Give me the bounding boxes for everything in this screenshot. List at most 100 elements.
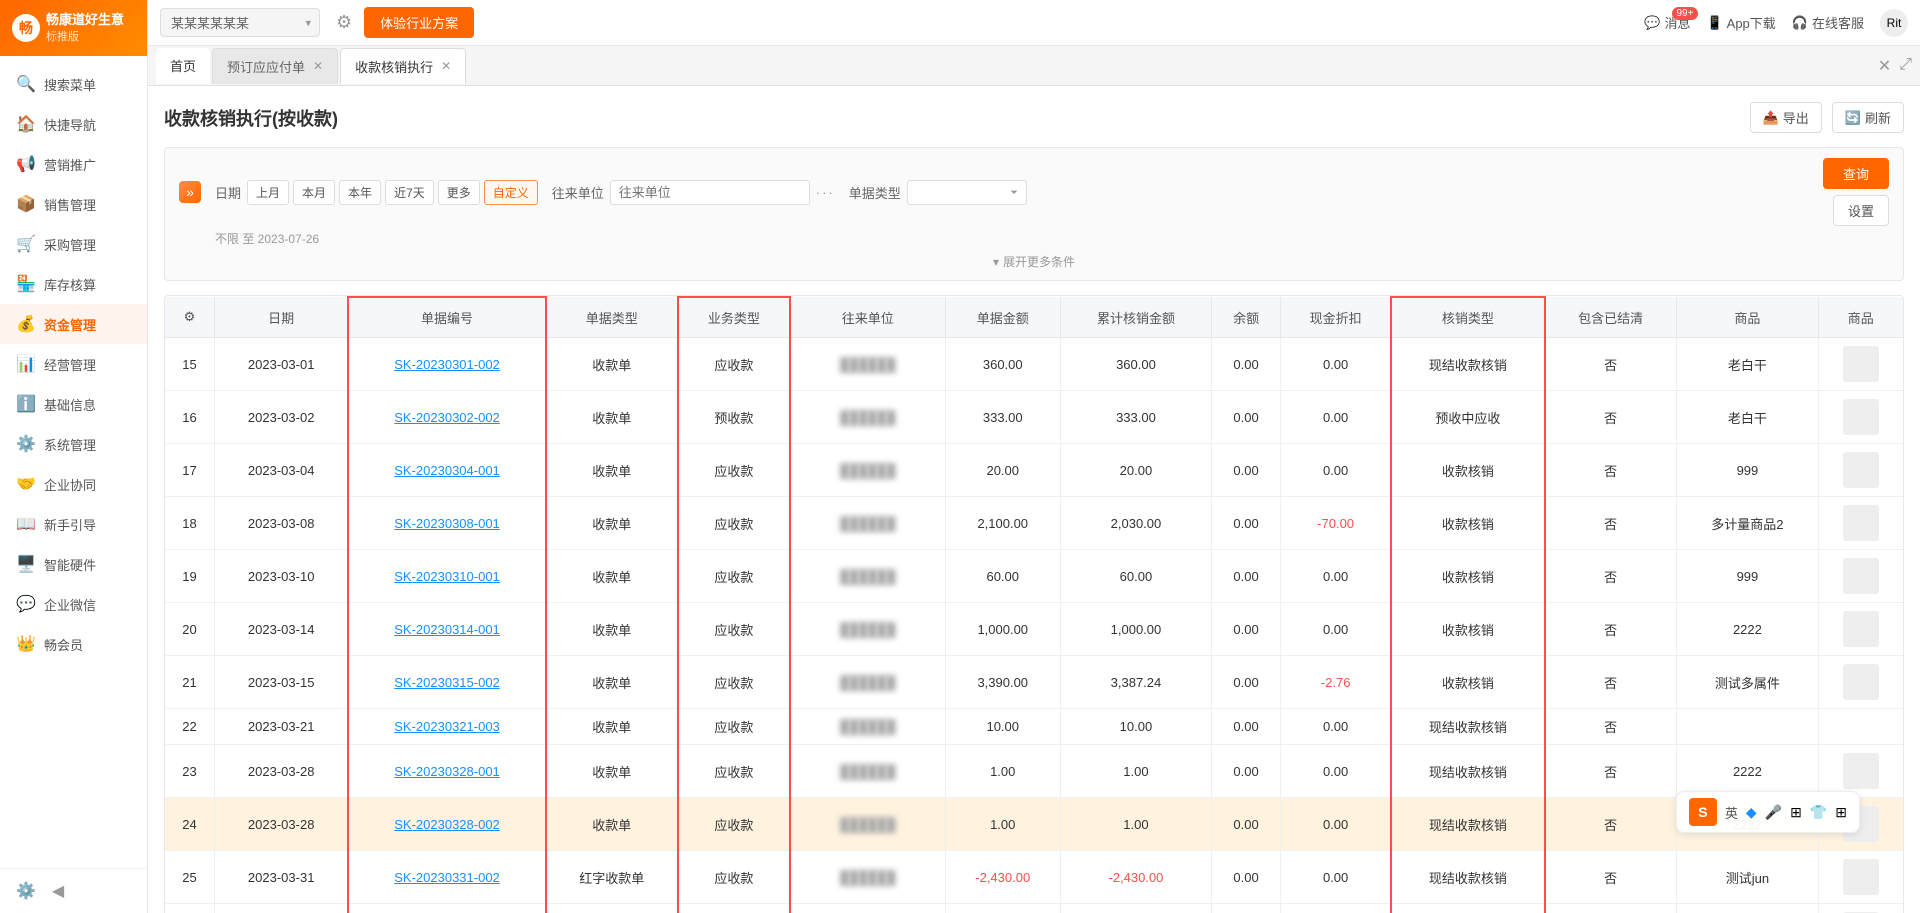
tab-collection-close[interactable]: ✕ [441,59,451,73]
headset-icon: 🎧 [1792,15,1808,31]
tab-home[interactable]: 首页 [156,48,210,84]
tab-pending-close[interactable]: ✕ [313,59,323,73]
filter-collapse-btn[interactable]: » [179,181,201,203]
voucher-select[interactable] [907,180,1027,205]
row-product: 2222 [1676,745,1818,798]
sidebar-item-purchase[interactable]: 🛒采购管理 [0,224,147,264]
docno-link[interactable]: SK-20230328-002 [394,817,500,832]
expand-conditions-btn[interactable]: ▾ 展开更多条件 [993,253,1075,270]
row-includesettled: 否 [1545,550,1677,603]
workspace-selector[interactable]: 某某某某某某 ▾ [160,8,320,37]
sidebar-item-search[interactable]: 🔍搜索菜单 [0,64,147,104]
docno-link[interactable]: SK-20230315-002 [394,675,500,690]
filter-counterparty-group: 往来单位 ··· [552,180,835,205]
refresh-btn[interactable]: 🔄 刷新 [1832,102,1904,133]
float-dot-icon[interactable]: ◆ [1746,804,1757,821]
docno-link[interactable]: SK-20230302-002 [394,410,500,425]
row-balance: 0.00 [1212,603,1281,656]
topbar-gear-icon[interactable]: ⚙ [336,12,352,33]
docno-link[interactable]: SK-20230314-001 [394,622,500,637]
row-biztype: 应收款 [678,338,790,391]
float-grid-icon[interactable]: ⊞ [1790,804,1802,821]
row-product2 [1819,851,1903,904]
row-balance: 0.00 [1212,444,1281,497]
row-doctype: 收款单 [546,497,678,550]
content-area: 收款核销执行(按收款) 📤 导出 🔄 刷新 » 日期 上月 [148,86,1920,913]
row-discount: 0.00 [1280,603,1391,656]
page-actions: 📤 导出 🔄 刷新 [1750,102,1904,133]
date-more[interactable]: 更多 [438,180,480,205]
tab-pending-label: 预订应应付单 [227,57,305,76]
row-doctype: 收款单 [546,550,678,603]
close-all-icon[interactable]: ✕ [1878,56,1891,76]
sidebar-item-system[interactable]: ⚙️系统管理 [0,424,147,464]
user-avatar[interactable]: Rit [1880,9,1908,37]
col-settings-header[interactable]: ⚙ [165,297,214,338]
row-verifytype: 收款核销 [1391,497,1544,550]
message-btn[interactable]: 💬 消息 99+ [1644,13,1690,32]
docno-link[interactable]: SK-20230304-001 [394,463,500,478]
sidebar-item-marketing[interactable]: 📢营销推广 [0,144,147,184]
row-docno: SK-20230310-001 [348,550,545,603]
app-title-block: 畅康道好生意 标推版 [46,12,124,44]
float-menu-icon[interactable]: ⊞ [1835,804,1847,821]
date-this-year[interactable]: 本年 [339,180,381,205]
filter-settings-btn[interactable]: 设置 [1833,195,1889,226]
sidebar-icon-sales: 📦 [16,194,36,214]
docno-link[interactable]: SK-20230321-003 [394,719,500,734]
sidebar-item-collab[interactable]: 🤝企业协同 [0,464,147,504]
sidebar-item-wechat[interactable]: 💬企业微信 [0,584,147,624]
sidebar-icon-finance: 💰 [16,314,36,334]
counterparty-value: ██████ [799,675,937,690]
row-biztype: 应收款 [678,603,790,656]
sidebar-item-basic[interactable]: ℹ️基础信息 [0,384,147,424]
s-logo: S [1689,798,1717,826]
docno-link[interactable]: SK-20230310-001 [394,569,500,584]
row-amount: -2,430.00 [945,851,1060,904]
counterparty-input[interactable] [610,180,810,205]
row-accamount: 2,030.00 [1060,497,1212,550]
sidebar-item-inventory[interactable]: 🏪库存核算 [0,264,147,304]
filter-actions: 查询 设置 [1823,158,1889,226]
float-text-icon[interactable]: 英 [1725,803,1738,822]
counterparty-value: ██████ [799,764,937,779]
collapse-icon[interactable]: ◀ [52,881,64,901]
expand-icon[interactable]: ⤢ [1899,56,1912,76]
float-shirt-icon[interactable]: 👕 [1810,804,1827,821]
row-balance: 0.00 [1212,851,1281,904]
sidebar-item-member[interactable]: 👑畅会员 [0,624,147,664]
row-no: 23 [165,745,214,798]
col-accamount-header: 累计核销金额 [1060,297,1212,338]
filter-voucher-group: 单据类型 [849,180,1027,205]
docno-link[interactable]: SK-20230301-002 [394,357,500,372]
float-mic-icon[interactable]: 🎤 [1765,804,1782,821]
row-date: 2023-03-02 [214,391,348,444]
row-doctype: 收款单 [546,656,678,709]
tab-pending[interactable]: 预订应应付单 ✕ [212,48,338,84]
sidebar-item-operations[interactable]: 📊经营管理 [0,344,147,384]
date-custom[interactable]: 自定义 [484,180,538,205]
date-7days[interactable]: 近7天 [385,180,434,205]
tab-collection[interactable]: 收款核销执行 ✕ [340,48,466,84]
row-docno: SK-20230331-002 [348,851,545,904]
row-no: 21 [165,656,214,709]
docno-link[interactable]: SK-20230328-001 [394,764,500,779]
solution-btn[interactable]: 体验行业方案 [364,7,474,38]
query-btn[interactable]: 查询 [1823,158,1889,189]
sidebar-icon-hardware: 🖥️ [16,554,36,574]
table-row: 25 2023-03-31 SK-20230331-002 红字收款单 应收款 … [165,851,1903,904]
settings-footer-icon[interactable]: ⚙️ [16,881,36,901]
sidebar-item-guide[interactable]: 📖新手引导 [0,504,147,544]
docno-link[interactable]: SK-20230308-001 [394,516,500,531]
export-btn[interactable]: 📤 导出 [1750,102,1822,133]
online-service-btn[interactable]: 🎧 在线客服 [1792,13,1864,32]
service-label: 在线客服 [1812,13,1864,32]
sidebar-item-quicknav[interactable]: 🏠快捷导航 [0,104,147,144]
sidebar-item-sales[interactable]: 📦销售管理 [0,184,147,224]
date-this-month[interactable]: 本月 [293,180,335,205]
app-download-btn[interactable]: 📱 App下载 [1706,13,1775,32]
date-prev-month[interactable]: 上月 [247,180,289,205]
docno-link[interactable]: SK-20230331-002 [394,870,500,885]
sidebar-item-finance[interactable]: 💰资金管理 [0,304,147,344]
sidebar-item-hardware[interactable]: 🖥️智能硬件 [0,544,147,584]
